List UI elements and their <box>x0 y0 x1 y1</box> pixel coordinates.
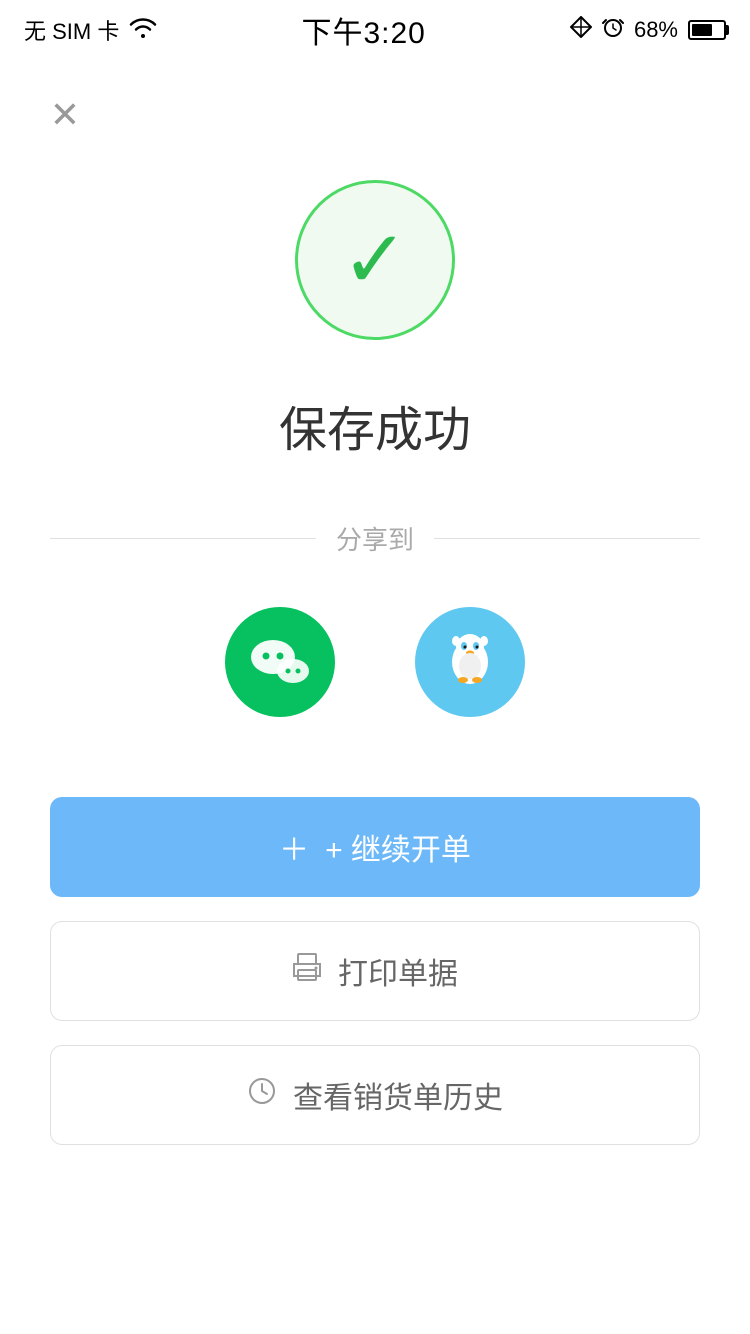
share-label: 分享到 <box>336 520 414 557</box>
continue-button[interactable]: ＋ + 继续开单 <box>50 797 700 897</box>
print-button[interactable]: 打印单据 <box>50 921 700 1021</box>
status-bar: 无 SIM 卡 下午3:20 68% <box>0 0 750 60</box>
wechat-icon <box>245 627 315 697</box>
battery-icon <box>688 20 726 40</box>
share-divider-row: 分享到 <box>50 520 700 557</box>
action-buttons: ＋ + 继续开单 打印单据 <box>50 797 700 1145</box>
success-circle: ✓ <box>295 180 455 340</box>
close-icon: ✕ <box>50 97 80 133</box>
sim-label: 无 SIM 卡 <box>24 14 119 46</box>
continue-label: + 继续开单 <box>325 825 471 869</box>
print-label: 打印单据 <box>338 949 458 993</box>
printer-icon <box>292 952 322 990</box>
plus-icon: ＋ <box>279 825 309 869</box>
left-divider <box>50 538 316 539</box>
checkmark-icon: ✓ <box>341 220 408 300</box>
close-button[interactable]: ✕ <box>40 90 90 140</box>
clock-icon <box>247 1076 277 1114</box>
main-content: ✕ ✓ 保存成功 分享到 <box>0 60 750 1334</box>
location-icon <box>570 16 592 44</box>
success-section: ✓ 保存成功 分享到 <box>0 60 750 1145</box>
status-left: 无 SIM 卡 <box>24 14 157 46</box>
wechat-share-button[interactable] <box>225 607 335 717</box>
share-icons-row <box>225 607 525 717</box>
qq-share-button[interactable] <box>415 607 525 717</box>
success-title: 保存成功 <box>279 390 471 460</box>
status-time: 下午3:20 <box>301 8 425 52</box>
wifi-icon <box>129 16 157 44</box>
alarm-icon <box>602 16 624 44</box>
battery-percent: 68% <box>634 17 678 43</box>
history-label: 查看销货单历史 <box>293 1073 503 1117</box>
history-button[interactable]: 查看销货单历史 <box>50 1045 700 1145</box>
status-right: 68% <box>570 16 726 44</box>
qq-icon <box>436 628 504 696</box>
right-divider <box>434 538 700 539</box>
